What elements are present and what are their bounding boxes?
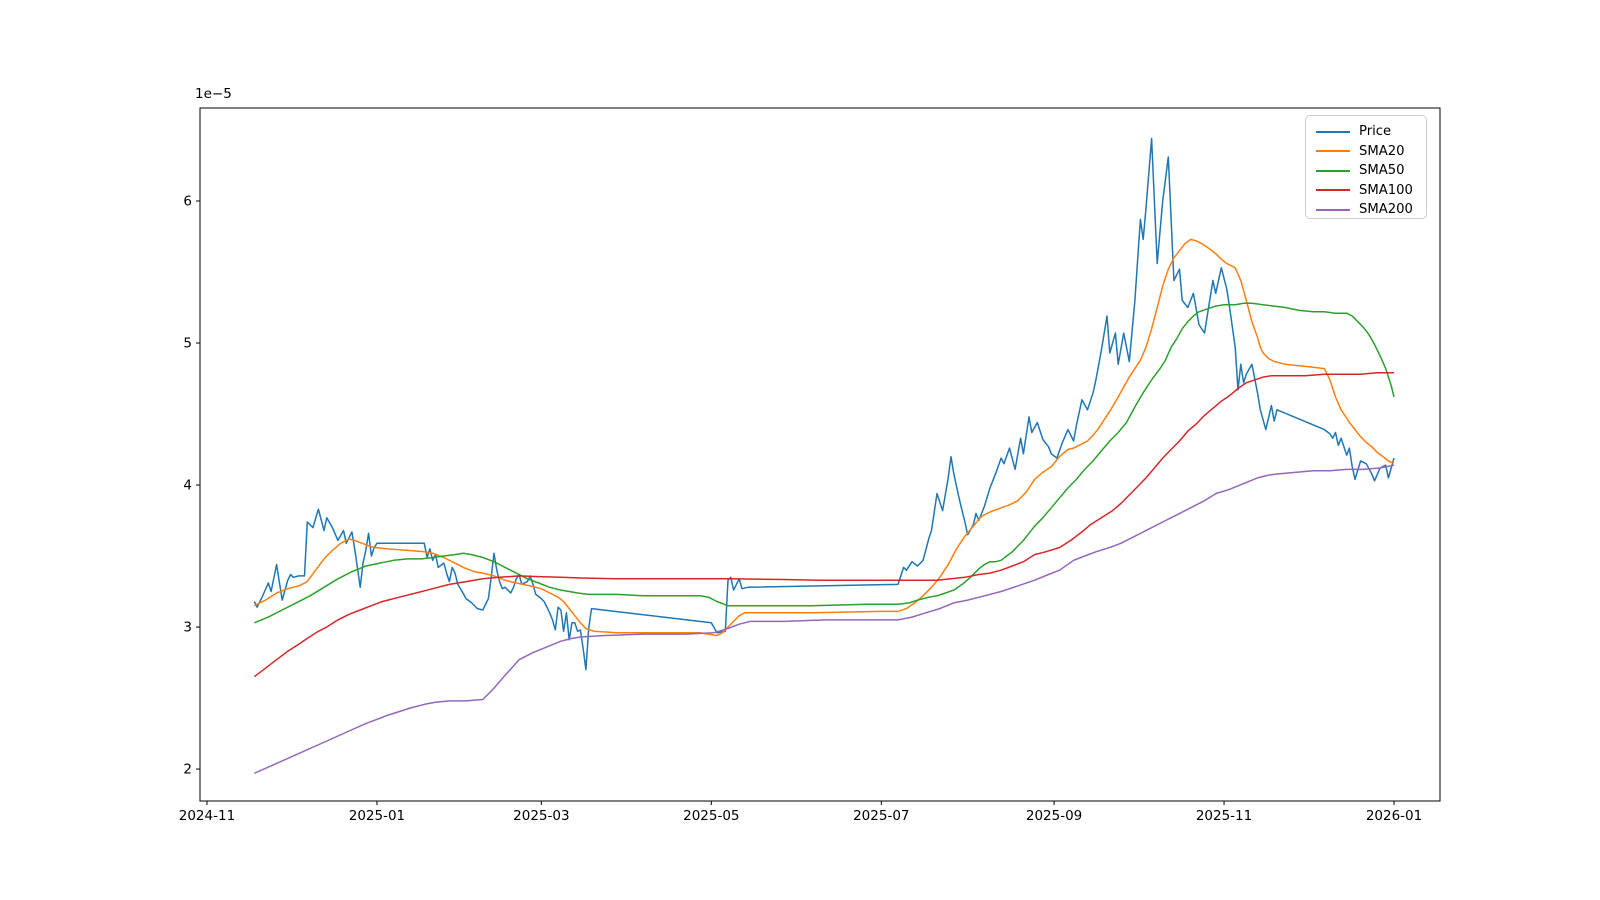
legend-label-sma200: SMA200 (1359, 202, 1413, 217)
x-tick-label: 2024-11 (179, 808, 235, 824)
legend-label-sma50: SMA50 (1359, 163, 1405, 178)
sma20-line (253, 238, 1394, 637)
legend-item-sma200: SMA200 (1316, 200, 1426, 220)
legend-label-sma100: SMA100 (1359, 182, 1413, 198)
sma50-line-swatch (1316, 169, 1350, 172)
axes-frame (199, 107, 1441, 802)
x-tick-label: 2026-01 (1366, 808, 1422, 824)
legend-item-price: Price (1316, 122, 1426, 142)
x-tick-label: 2025-11 (1196, 808, 1252, 824)
sma200-line (253, 464, 1395, 774)
x-tick-label: 2025-03 (513, 808, 569, 824)
price-line-swatch (1316, 130, 1350, 133)
y-tick-label: 6 (183, 194, 192, 210)
legend-item-sma20: SMA20 (1316, 142, 1426, 162)
x-tick-label: 2025-01 (349, 808, 405, 824)
legend-item-sma100: SMA100 (1316, 181, 1426, 201)
sma50-line (254, 302, 1395, 624)
x-tick-label: 2025-07 (853, 808, 909, 824)
y-axis-offset-label: 1e−5 (195, 86, 232, 102)
sma100-line (253, 372, 1394, 678)
y-tick-label: 3 (183, 620, 192, 636)
sma20-line-swatch (1316, 150, 1350, 153)
legend-item-sma50: SMA50 (1316, 161, 1426, 181)
sma100-line-swatch (1316, 189, 1350, 192)
y-tick-label: 4 (183, 478, 192, 494)
x-tick-label: 2025-05 (683, 808, 739, 824)
legend: Price SMA20 SMA50 SMA100 SMA200 (1305, 115, 1427, 219)
x-tick-label: 2025-09 (1026, 808, 1082, 824)
y-tick-label: 2 (183, 762, 192, 778)
y-tick-label: 5 (183, 336, 192, 352)
legend-label-sma20: SMA20 (1359, 143, 1405, 159)
sma200-line-swatch (1316, 208, 1350, 211)
chart-figure: 2024-11 2025-01 2025-03 2025-05 2025-07 2025-… (0, 0, 1600, 900)
series-lines (253, 137, 1395, 774)
axis-ticks: 2024-11 2025-01 2025-03 2025-05 2025-07 2025-… (179, 194, 1422, 824)
legend-label-price: Price (1359, 124, 1392, 139)
